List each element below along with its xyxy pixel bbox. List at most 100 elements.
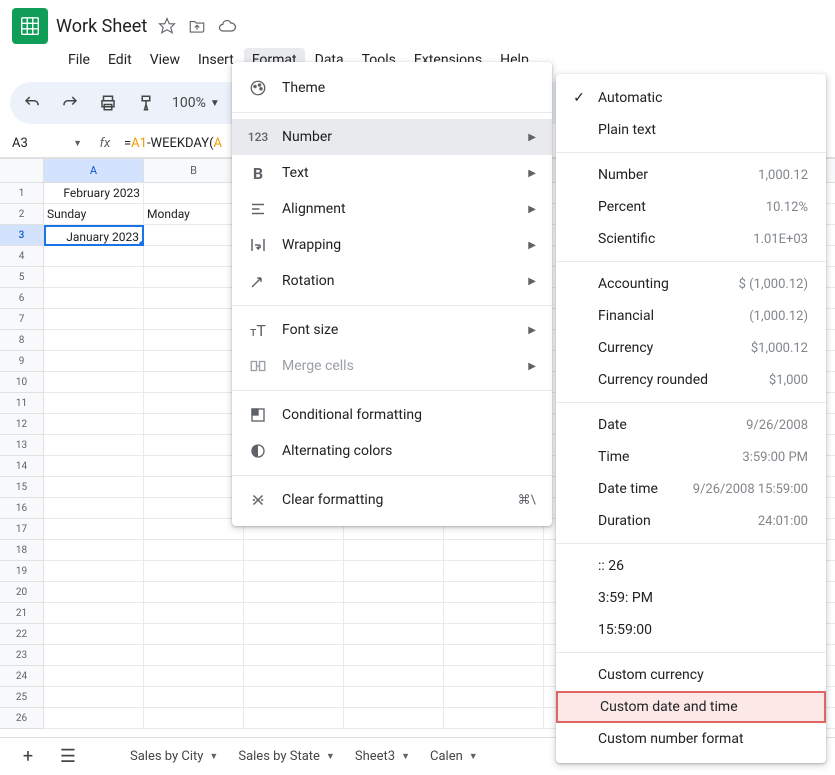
number-format-percent[interactable]: Percent10.12% [556, 191, 826, 223]
cell[interactable] [144, 372, 244, 393]
all-sheets-button[interactable]: ☰ [52, 741, 84, 773]
cell[interactable] [44, 561, 144, 582]
cell[interactable] [144, 687, 244, 708]
sheet-tab[interactable]: Sheet3▼ [347, 741, 418, 772]
cell[interactable] [44, 498, 144, 519]
move-icon[interactable] [187, 16, 207, 36]
number-format-time[interactable]: Time3:59:00 PM [556, 441, 826, 473]
cell[interactable] [144, 435, 244, 456]
cell[interactable] [144, 645, 244, 666]
cell[interactable] [44, 519, 144, 540]
menu-edit[interactable]: Edit [100, 48, 140, 72]
row-header[interactable]: 6 [0, 288, 44, 309]
cell[interactable] [444, 603, 544, 624]
row-header[interactable]: 19 [0, 561, 44, 582]
number-format-custom-currency[interactable]: Custom currency [556, 659, 826, 691]
row-header[interactable]: 21 [0, 603, 44, 624]
menu-item-alignment[interactable]: Alignment▶ [232, 191, 552, 227]
column-header[interactable]: A [44, 159, 144, 183]
cell[interactable] [144, 393, 244, 414]
number-format-financial[interactable]: Financial(1,000.12) [556, 300, 826, 332]
row-header[interactable]: 15 [0, 477, 44, 498]
row-header[interactable]: 8 [0, 330, 44, 351]
row-header[interactable]: 11 [0, 393, 44, 414]
cell[interactable] [244, 624, 344, 645]
cell[interactable] [444, 666, 544, 687]
cell[interactable] [144, 561, 244, 582]
cell[interactable] [344, 666, 444, 687]
row-header[interactable]: 7 [0, 309, 44, 330]
star-icon[interactable] [157, 16, 177, 36]
cell[interactable] [444, 582, 544, 603]
cell[interactable] [44, 288, 144, 309]
paint-format-button[interactable] [134, 91, 158, 115]
cell[interactable] [44, 393, 144, 414]
cell[interactable] [244, 708, 344, 729]
menu-item-text[interactable]: BText▶ [232, 155, 552, 191]
cell[interactable] [144, 624, 244, 645]
menu-file[interactable]: File [60, 48, 98, 72]
cell[interactable] [144, 603, 244, 624]
menu-item-wrapping[interactable]: Wrapping▶ [232, 227, 552, 263]
cell[interactable] [44, 540, 144, 561]
name-box[interactable]: A3 ▼ [0, 136, 90, 151]
cell[interactable] [144, 267, 244, 288]
row-header[interactable]: 23 [0, 645, 44, 666]
number-format-plain-text[interactable]: Plain text [556, 114, 826, 146]
cell[interactable] [144, 666, 244, 687]
number-format-date[interactable]: Date9/26/2008 [556, 409, 826, 441]
cell[interactable] [344, 561, 444, 582]
row-header[interactable]: 2 [0, 204, 44, 225]
row-header[interactable]: 17 [0, 519, 44, 540]
sheet-tab[interactable]: Calen▼ [422, 741, 486, 772]
number-format-date-time[interactable]: Date time9/26/2008 15:59:00 [556, 473, 826, 505]
menu-item-clear-formatting[interactable]: Clear formatting⌘\ [232, 482, 552, 518]
cell[interactable] [44, 435, 144, 456]
add-sheet-button[interactable]: + [12, 741, 44, 773]
cell[interactable] [44, 330, 144, 351]
menu-item-rotation[interactable]: Rotation▶ [232, 263, 552, 299]
row-header[interactable]: 25 [0, 687, 44, 708]
menu-item-theme[interactable]: Theme [232, 70, 552, 106]
sheets-logo[interactable] [12, 8, 48, 44]
menu-item-font-size[interactable]: тTFont size▶ [232, 312, 552, 348]
print-button[interactable] [96, 91, 120, 115]
cell[interactable] [44, 708, 144, 729]
cell[interactable] [444, 687, 544, 708]
cell[interactable] [144, 225, 244, 246]
cell[interactable] [244, 666, 344, 687]
row-header[interactable]: 14 [0, 456, 44, 477]
cell[interactable]: January 2023 [44, 225, 144, 246]
row-header[interactable]: 9 [0, 351, 44, 372]
column-header[interactable]: B [144, 159, 244, 183]
cell[interactable] [244, 561, 344, 582]
row-header[interactable]: 10 [0, 372, 44, 393]
cell[interactable] [44, 603, 144, 624]
cell[interactable] [144, 519, 244, 540]
cell[interactable] [444, 624, 544, 645]
cell[interactable] [44, 456, 144, 477]
row-header[interactable]: 16 [0, 498, 44, 519]
cell[interactable] [144, 288, 244, 309]
cell[interactable] [44, 351, 144, 372]
cell[interactable] [44, 666, 144, 687]
cell[interactable] [44, 624, 144, 645]
number-format-custom-date-and-time[interactable]: Custom date and time [556, 691, 826, 723]
cell[interactable] [144, 708, 244, 729]
cell[interactable] [244, 645, 344, 666]
zoom-selector[interactable]: 100% ▼ [172, 95, 220, 111]
cell[interactable] [344, 540, 444, 561]
number-format-number[interactable]: Number1,000.12 [556, 159, 826, 191]
cell[interactable] [344, 582, 444, 603]
document-title[interactable]: Work Sheet [56, 16, 147, 37]
number-format-15-59-00[interactable]: 15:59:00 [556, 614, 826, 646]
cell[interactable] [344, 708, 444, 729]
cell[interactable] [44, 414, 144, 435]
cell[interactable]: Monday [144, 204, 244, 225]
cloud-status-icon[interactable] [217, 16, 237, 36]
cell[interactable] [144, 351, 244, 372]
menu-item-number[interactable]: 123Number▶ [232, 119, 552, 155]
row-header[interactable]: 22 [0, 624, 44, 645]
menu-view[interactable]: View [142, 48, 188, 72]
row-header[interactable]: 1 [0, 183, 44, 204]
